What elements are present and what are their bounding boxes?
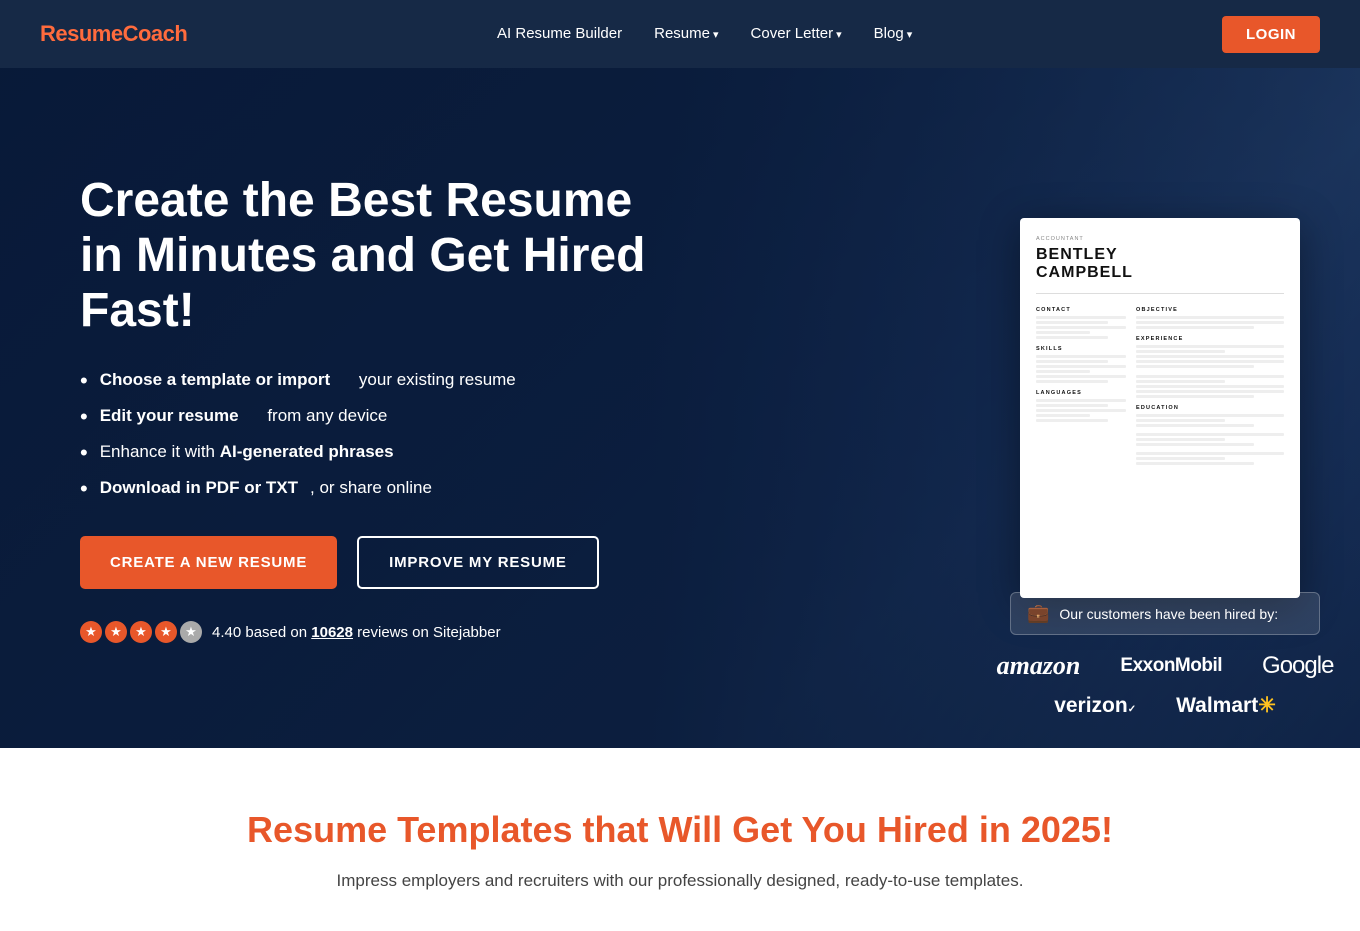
hero-content: Create the Best Resume in Minutes and Ge… — [0, 113, 720, 704]
nav-item-blog[interactable]: Blog — [874, 25, 913, 43]
resume-preview-card: ACCOUNTANT BENTLEY CAMPBELL CONTACT SKIL… — [1020, 218, 1300, 598]
stars: ★ ★ ★ ★ ★ — [80, 621, 202, 643]
bullet-3-bold: AI-generated phrases — [220, 442, 394, 461]
nav-item-cover-letter[interactable]: Cover Letter — [751, 25, 842, 43]
star-4: ★ — [155, 621, 177, 643]
star-3: ★ — [130, 621, 152, 643]
star-2: ★ — [105, 621, 127, 643]
resume-name: BENTLEY CAMPBELL — [1036, 246, 1284, 281]
resume-preview: ACCOUNTANT BENTLEY CAMPBELL CONTACT SKIL… — [1020, 218, 1300, 598]
star-1: ★ — [80, 621, 102, 643]
amazon-logo: amazon — [997, 651, 1081, 681]
company-logos-row2: verizon✓ Walmart✳ — [1010, 693, 1320, 718]
google-logo: Google — [1262, 652, 1333, 680]
resume-left-col: CONTACT SKILLS LANGUAGES — [1036, 300, 1126, 467]
logo-resume: Resume — [40, 21, 123, 46]
exxon-logo: ExxonMobil — [1120, 655, 1222, 677]
bullet-3-rest: Enhance it with AI-generated phrases — [100, 442, 394, 462]
bullet-4: Download in PDF or TXT , or share online — [80, 478, 660, 500]
logo-coach: Coach — [123, 21, 188, 46]
nav-item-ai-resume-builder[interactable]: AI Resume Builder — [497, 25, 622, 43]
hired-by-label: 💼 Our customers have been hired by: — [1010, 592, 1320, 635]
bullet-4-bold: Download in PDF or TXT — [100, 478, 298, 498]
hero-title: Create the Best Resume in Minutes and Ge… — [80, 173, 660, 339]
bottom-subtitle: Impress employers and recruiters with ou… — [330, 871, 1030, 891]
star-5: ★ — [180, 621, 202, 643]
company-logos-row1: amazon ExxonMobil Google — [1010, 651, 1320, 681]
verizon-logo: verizon✓ — [1054, 694, 1136, 718]
bullet-1-bold: Choose a template or import — [100, 370, 330, 390]
bottom-title: Resume Templates that Will Get You Hired… — [40, 808, 1320, 851]
bullet-2: Edit your resume from any device — [80, 406, 660, 428]
bullet-2-bold: Edit your resume — [100, 406, 239, 426]
hired-by-text: Our customers have been hired by: — [1059, 606, 1278, 622]
nav-link-cover-letter[interactable]: Cover Letter — [751, 25, 842, 42]
bullet-3: Enhance it with AI-generated phrases — [80, 442, 660, 464]
hero-rating: ★ ★ ★ ★ ★ 4.40 based on 10628 reviews on… — [80, 621, 660, 643]
improve-resume-button[interactable]: IMPROVE MY RESUME — [357, 536, 599, 589]
logo[interactable]: ResumeCoach — [40, 21, 187, 47]
bullet-4-rest: , or share online — [310, 478, 432, 498]
nav-link-ai-resume-builder[interactable]: AI Resume Builder — [497, 25, 622, 42]
create-resume-button[interactable]: CREATE A NEW RESUME — [80, 536, 337, 589]
resume-right-col: OBJECTIVE EXPERIENCE EDUCA — [1136, 300, 1284, 467]
login-button[interactable]: LOGIN — [1222, 16, 1320, 53]
hero-buttons: CREATE A NEW RESUME IMPROVE MY RESUME — [80, 536, 660, 589]
hero-section: Create the Best Resume in Minutes and Ge… — [0, 68, 1360, 748]
bullet-1-rest: your existing resume — [359, 370, 516, 390]
rating-value: 4.40 based on 10628 reviews on Sitejabbe… — [212, 624, 501, 641]
bullet-1: Choose a template or import your existin… — [80, 370, 660, 392]
nav-link-resume[interactable]: Resume — [654, 25, 718, 42]
nav-links: AI Resume Builder Resume Cover Letter Bl… — [497, 25, 912, 43]
bullet-2-rest: from any device — [267, 406, 387, 426]
bottom-section: Resume Templates that Will Get You Hired… — [0, 748, 1360, 931]
walmart-logo: Walmart✳ — [1176, 693, 1276, 718]
briefcase-icon: 💼 — [1027, 603, 1049, 624]
navbar: ResumeCoach AI Resume Builder Resume Cov… — [0, 0, 1360, 68]
nav-item-resume[interactable]: Resume — [654, 25, 718, 43]
hero-bullets: Choose a template or import your existin… — [80, 370, 660, 500]
resume-tag: ACCOUNTANT — [1036, 236, 1284, 242]
rating-link[interactable]: 10628 — [311, 624, 353, 641]
nav-link-blog[interactable]: Blog — [874, 25, 913, 42]
hired-by-badge: 💼 Our customers have been hired by: amaz… — [1010, 592, 1320, 718]
